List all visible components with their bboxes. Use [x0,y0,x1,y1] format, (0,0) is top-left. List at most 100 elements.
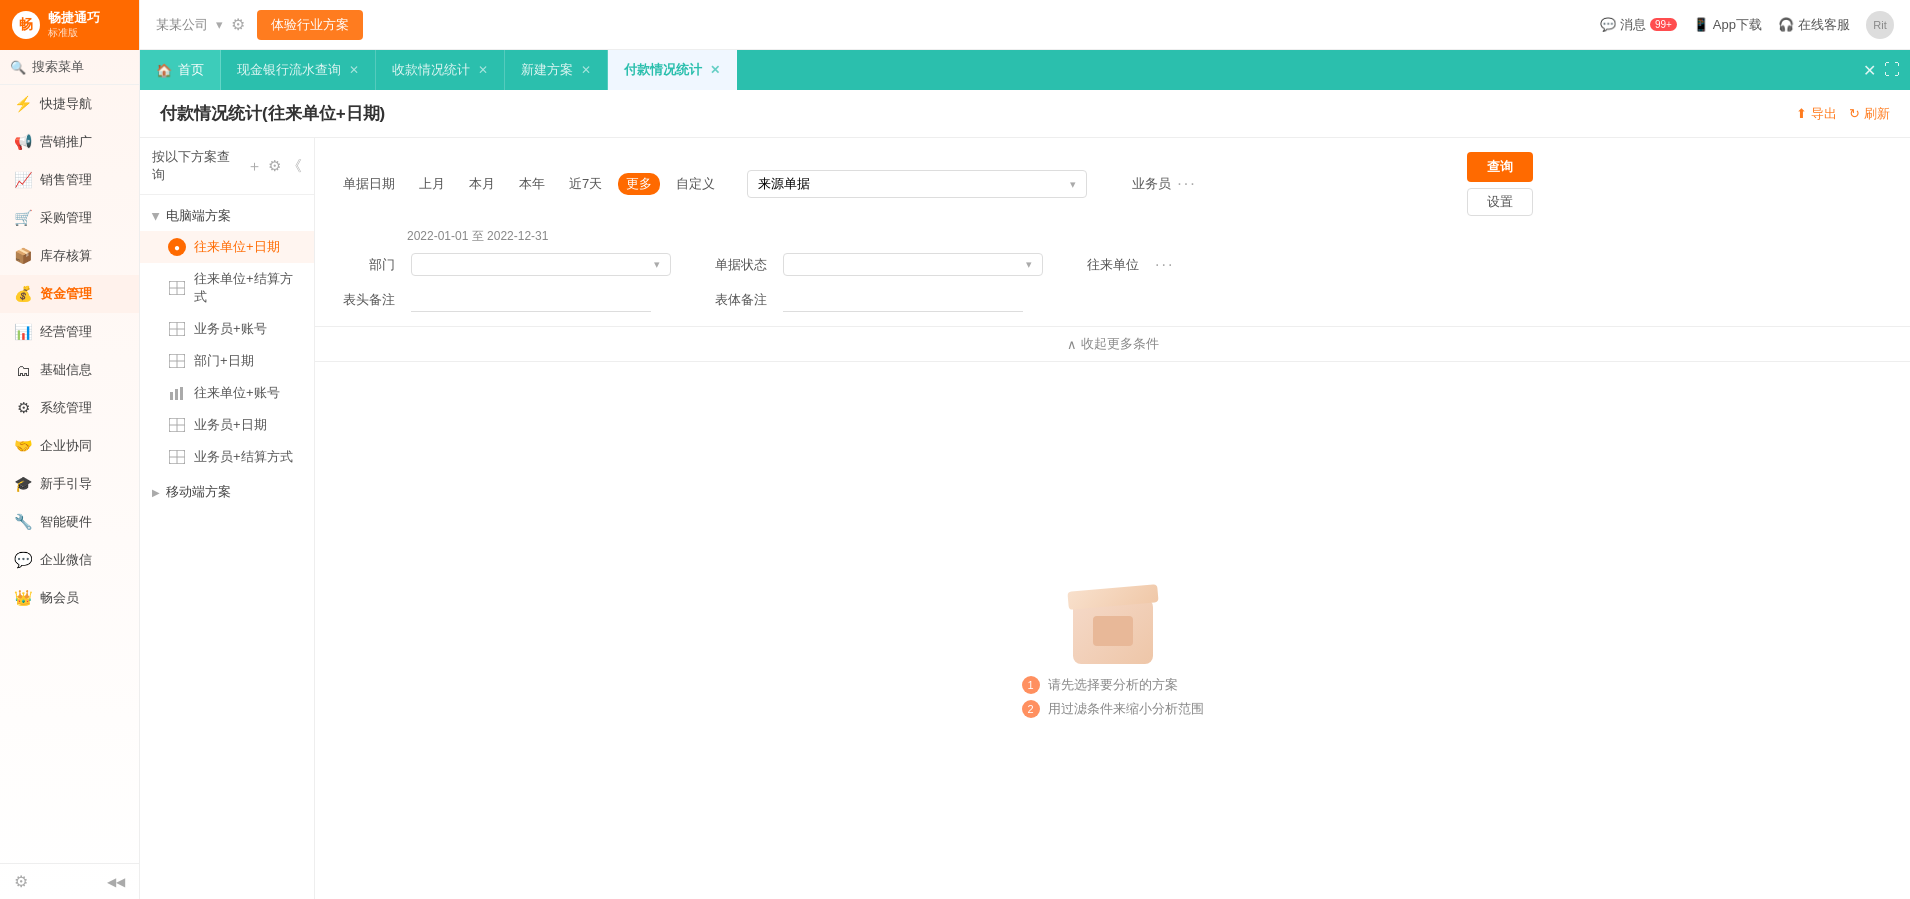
topbar-settings-icon[interactable]: ⚙ [231,15,245,34]
partner-dots-btn[interactable]: ··· [1155,256,1174,274]
company-dropdown-icon[interactable]: ▾ [216,17,223,32]
sidebar-item-enterprise[interactable]: 🤝 企业协同 [0,427,139,465]
sidebar-item-member[interactable]: 👑 畅会员 [0,579,139,617]
sidebar-item-smart[interactable]: 🔧 智能硬件 [0,503,139,541]
scheme-item-partner-date[interactable]: ● 往来单位+日期 [140,231,314,263]
inventory-icon: 📦 [14,247,32,265]
page-title: 付款情况统计(往来单位+日期) [160,102,385,125]
export-btn[interactable]: ⬆ 导出 [1796,105,1837,123]
tab-bar: 🏠 首页 现金银行流水查询 ✕ 收款情况统计 ✕ 新建方案 ✕ 付款情况统计 ✕… [140,50,1910,90]
tab-close-bank-flow[interactable]: ✕ [349,63,359,77]
svg-rect-9 [170,392,173,400]
collapse-icon: ∧ [1067,337,1077,352]
date-option-last7[interactable]: 近7天 [561,173,610,195]
quick-nav-icon: ⚡ [14,95,32,113]
logo-icon: 畅 [12,11,40,39]
tab-home[interactable]: 🏠 首页 [140,50,221,90]
body-note-label: 表体备注 [707,291,767,309]
scheme-item-partner-payment[interactable]: 往来单位+结算方式 [140,263,314,313]
scheme-item-salesman-account[interactable]: 业务员+账号 [140,313,314,345]
scheme-item-icon-table2 [168,320,186,338]
tab-payment-stats[interactable]: 付款情况统计 ✕ [608,50,737,90]
smart-icon: 🔧 [14,513,32,531]
tab-close-all-btn[interactable]: ✕ [1863,61,1876,80]
refresh-btn[interactable]: ↻ 刷新 [1849,105,1890,123]
salesman-dots-btn[interactable]: ··· [1177,175,1196,193]
sidebar-item-purchase[interactable]: 🛒 采购管理 [0,199,139,237]
tab-close-new-plan[interactable]: ✕ [581,63,591,77]
header-note-input[interactable] [411,288,651,312]
tab-new-plan[interactable]: 新建方案 ✕ [505,50,608,90]
dept-select[interactable]: ▾ [411,253,671,276]
sidebar-item-sales[interactable]: 📈 销售管理 [0,161,139,199]
svg-rect-10 [175,389,178,400]
scheme-item-dept-date[interactable]: 部门+日期 [140,345,314,377]
user-avatar[interactable]: Rit [1866,11,1894,39]
sidebar-item-guide[interactable]: 🎓 新手引导 [0,465,139,503]
scheme-item-icon-bar [168,384,186,402]
sidebar-search[interactable]: 🔍 搜索菜单 [0,50,139,85]
company-name: 某某公司 [156,16,208,34]
topbar: 某某公司 ▾ ⚙ 体验行业方案 💬 消息 99+ 📱 App下载 🎧 在线客服 … [140,0,1910,50]
system-icon: ⚙ [14,399,32,417]
sidebar-settings-icon[interactable]: ⚙ [14,872,28,891]
date-option-more[interactable]: 更多 [618,173,660,195]
main-area: 某某公司 ▾ ⚙ 体验行业方案 💬 消息 99+ 📱 App下载 🎧 在线客服 … [140,0,1910,899]
doc-status-select[interactable]: ▾ [783,253,1043,276]
online-service-btn[interactable]: 🎧 在线客服 [1778,16,1850,34]
sidebar-item-capital[interactable]: 💰 资金管理 [0,275,139,313]
app-download-btn[interactable]: 📱 App下载 [1693,16,1762,34]
filter-panel: 单据日期 上月 本月 本年 近7天 更多 自定义 来源单据 ▾ [315,138,1910,899]
basic-icon: 🗂 [14,361,32,379]
mobile-scheme-group[interactable]: ▶ 移动端方案 [140,477,314,507]
date-option-last-month[interactable]: 上月 [411,173,453,195]
scheme-add-btn[interactable]: ＋ [247,157,262,176]
messages-btn[interactable]: 💬 消息 99+ [1600,16,1677,34]
scheme-panel: 按以下方案查询 ＋ ⚙ 《 ▶ 电脑端方案 ● 往来单位+日期 [140,138,315,899]
pc-scheme-group[interactable]: ▶ 电脑端方案 [140,201,314,231]
tab-close-payment-stats[interactable]: ✕ [710,63,720,77]
sidebar-item-quick-nav[interactable]: ⚡ 快捷导航 [0,85,139,123]
collapse-bar[interactable]: ∧ 收起更多条件 [315,327,1910,362]
sidebar-item-marketing[interactable]: 📢 营销推广 [0,123,139,161]
member-icon: 👑 [14,589,32,607]
sidebar-item-basic[interactable]: 🗂 基础信息 [0,351,139,389]
tab-fullscreen-btn[interactable]: ⛶ [1884,61,1900,79]
scheme-item-salesman-payment[interactable]: 业务员+结算方式 [140,441,314,473]
scheme-settings-btn[interactable]: ⚙ [268,157,281,176]
purchase-icon: 🛒 [14,209,32,227]
doc-status-label: 单据状态 [707,256,767,274]
scheme-collapse-btn[interactable]: 《 [287,157,302,176]
dept-arrow: ▾ [654,258,660,271]
source-doc-select[interactable]: 来源单据 ▾ [747,170,1087,198]
export-icon: ⬆ [1796,106,1807,121]
date-option-this-year[interactable]: 本年 [511,173,553,195]
filter-area: 单据日期 上月 本月 本年 近7天 更多 自定义 来源单据 ▾ [315,138,1910,327]
step-1-num: 1 [1022,676,1040,694]
tab-bank-flow[interactable]: 现金银行流水查询 ✕ [221,50,376,90]
sidebar-item-wechat[interactable]: 💬 企业微信 [0,541,139,579]
scheme-item-salesman-date[interactable]: 业务员+日期 [140,409,314,441]
sidebar-item-operation[interactable]: 📊 经营管理 [0,313,139,351]
date-option-custom[interactable]: 自定义 [668,173,723,195]
scheme-item-partner-account[interactable]: 往来单位+账号 [140,377,314,409]
filter-row-1: 单据日期 上月 本月 本年 近7天 更多 自定义 来源单据 ▾ [335,152,1890,216]
body-note-input[interactable] [783,288,1023,312]
sidebar-item-system[interactable]: ⚙ 系统管理 [0,389,139,427]
refresh-icon: ↻ [1849,106,1860,121]
svg-rect-11 [180,387,183,400]
search-icon: 🔍 [10,60,26,75]
pc-group-arrow: ▶ [151,212,162,220]
sidebar-nav: ⚡ 快捷导航 📢 营销推广 📈 销售管理 🛒 采购管理 📦 库存核算 💰 资金管… [0,85,139,863]
date-label: 单据日期 [335,175,395,193]
trial-btn[interactable]: 体验行业方案 [257,10,363,40]
sidebar-item-inventory[interactable]: 📦 库存核算 [0,237,139,275]
empty-illustration [1043,544,1183,664]
tab-receipt-stats[interactable]: 收款情况统计 ✕ [376,50,505,90]
date-option-this-month[interactable]: 本月 [461,173,503,195]
filter-settings-btn[interactable]: 设置 [1467,188,1533,216]
tab-close-receipt-stats[interactable]: ✕ [478,63,488,77]
scheme-title: 按以下方案查询 [152,148,241,184]
sidebar-collapse-icon[interactable]: ◀◀ [107,875,125,889]
query-btn[interactable]: 查询 [1467,152,1533,182]
